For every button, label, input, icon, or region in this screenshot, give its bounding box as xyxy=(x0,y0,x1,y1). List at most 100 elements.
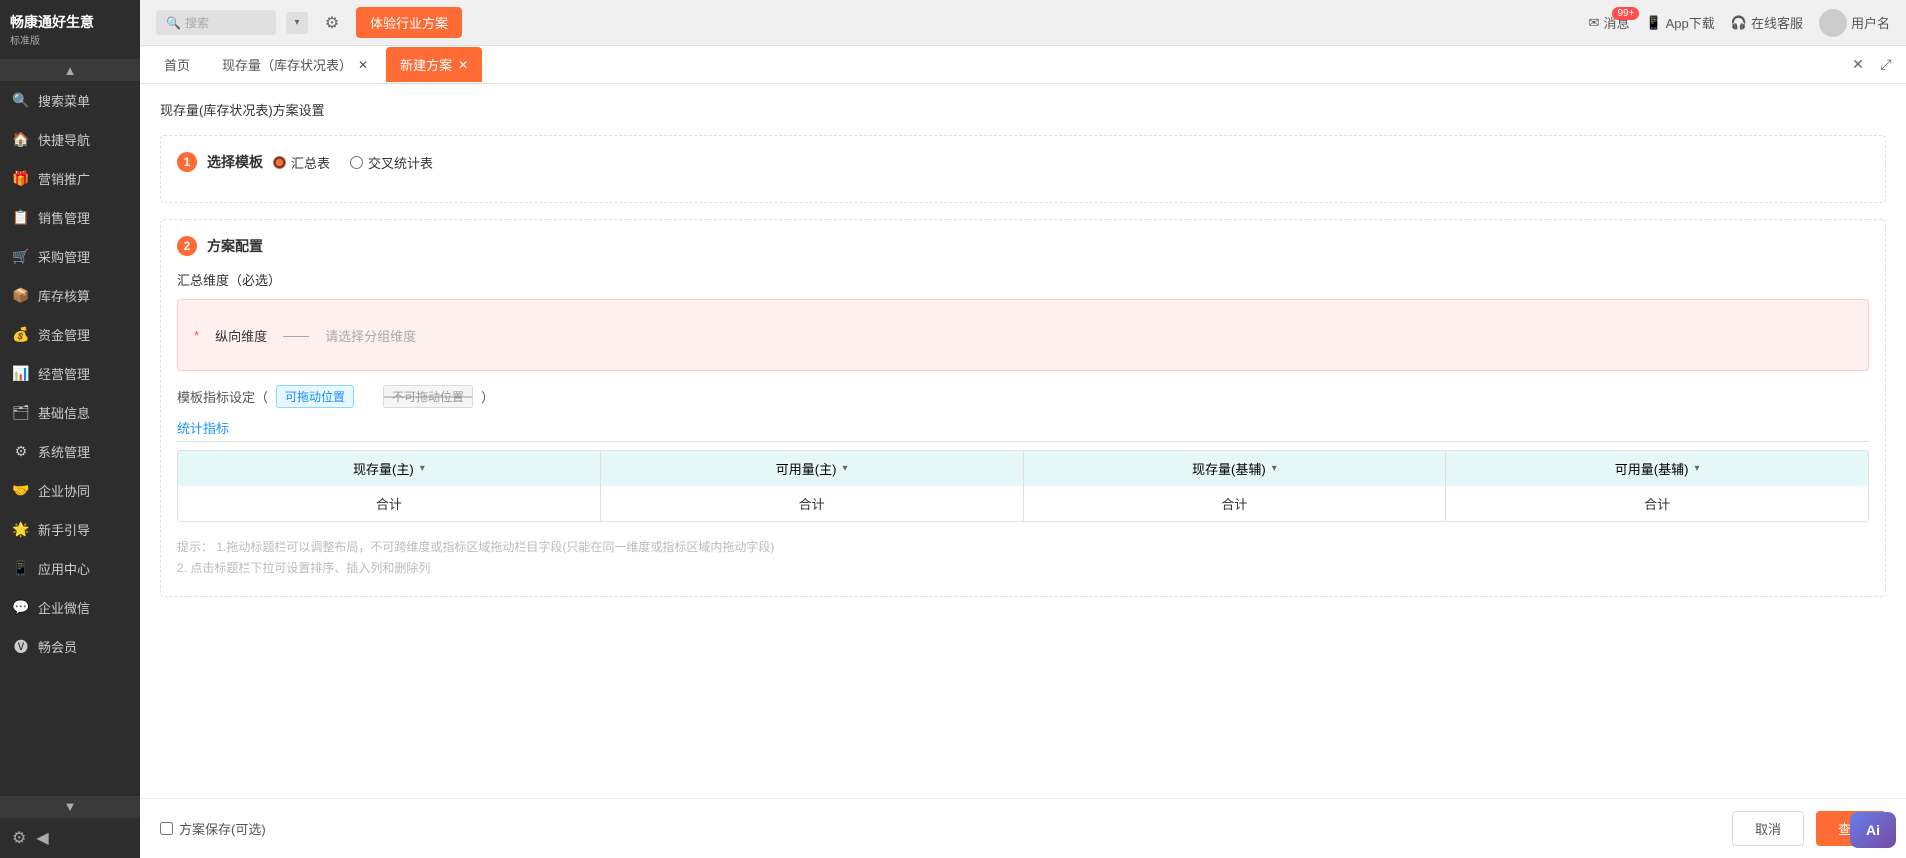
dim-placeholder: 请选择分组维度 xyxy=(325,326,416,345)
sidebar-item-label: 营销推广 xyxy=(38,169,90,188)
sidebar-item-finance[interactable]: 💰 资金管理 xyxy=(0,315,140,354)
expand-btn[interactable]: ⤢ xyxy=(1876,55,1896,75)
sidebar-scroll-down[interactable]: ▼ xyxy=(0,796,140,817)
sidebar-item-base[interactable]: 🗂 基础信息 xyxy=(0,393,140,432)
stat-cell-1: 合计 xyxy=(178,486,601,521)
topbar-left: 🔍 搜索 ▾ ⚙ 体验行业方案 xyxy=(156,7,462,38)
sidebar-item-label: 应用中心 xyxy=(38,559,90,578)
radio-cross[interactable]: 交叉统计表 xyxy=(350,153,433,172)
save-checkbox[interactable] xyxy=(160,822,173,835)
tab-home-label: 首页 xyxy=(164,55,190,74)
col-dropdown-4[interactable]: ▾ xyxy=(1694,463,1699,474)
message-icon: ✉ xyxy=(1589,15,1600,31)
tab-new-plan-close[interactable]: ✕ xyxy=(458,58,468,72)
dimension-box[interactable]: * 纵向维度 —— 请选择分组维度 xyxy=(177,299,1869,371)
stat-col-3[interactable]: 现存量(基辅) ▾ xyxy=(1024,451,1447,486)
topbar-right: ✉ 消息 99+ 📱 App下载 🎧 在线客服 用户名 xyxy=(1589,9,1890,37)
app-logo: 畅康通好生意 标准版 xyxy=(0,0,140,60)
sidebar-item-sales[interactable]: 📋 销售管理 xyxy=(0,198,140,237)
cancel-button[interactable]: 取消 xyxy=(1732,811,1804,846)
sidebar-item-label: 资金管理 xyxy=(38,325,90,344)
sidebar-item-label: 采购管理 xyxy=(38,247,90,266)
tab-inventory-close[interactable]: ✕ xyxy=(358,58,368,72)
indicator-separator xyxy=(362,387,375,406)
radio-summary-label: 汇总表 xyxy=(291,153,330,172)
indicator-settings-label: 模板指标设定（ 可拖动位置 不可拖动位置 ） xyxy=(177,385,1869,408)
sidebar-item-newbie[interactable]: 🌟 新手引导 xyxy=(0,510,140,549)
content-area: 现存量(库存状况表)方案设置 1 选择模板 汇总表 交叉统计表 xyxy=(140,84,1906,798)
trial-btn[interactable]: 体验行业方案 xyxy=(356,7,462,38)
col-dropdown-2[interactable]: ▾ xyxy=(842,463,847,474)
sidebar-item-label: 企业协同 xyxy=(38,481,90,500)
tab-inventory-label: 现存量（库存状况表） xyxy=(222,55,352,74)
radio-cross-input[interactable] xyxy=(350,156,363,169)
tab-inventory[interactable]: 现存量（库存状况表） ✕ xyxy=(208,47,382,82)
sidebar-item-membership[interactable]: 🅥 畅会员 xyxy=(0,627,140,666)
app-download-label: App下载 xyxy=(1666,13,1715,32)
stat-table-header: 现存量(主) ▾ 可用量(主) ▾ 现存量(基辅) ▾ 可用量(基辅) xyxy=(178,451,1868,486)
close-btn[interactable]: ✕ xyxy=(1848,55,1868,75)
section1-header: 1 选择模板 汇总表 交叉统计表 xyxy=(177,152,1869,172)
indicator-label-text: 模板指标设定（ xyxy=(177,387,268,406)
inventory-icon: 📦 xyxy=(12,287,30,305)
ai-float-btn[interactable]: Ai xyxy=(1850,812,1896,848)
radio-summary-input[interactable] xyxy=(273,156,286,169)
dim-dash: —— xyxy=(283,328,309,343)
stat-cell-3: 合计 xyxy=(1024,486,1447,521)
finance-icon: 💰 xyxy=(12,326,30,344)
app-name: 畅康通好生意 xyxy=(10,12,130,32)
radio-cross-label: 交叉统计表 xyxy=(368,153,433,172)
non-draggable-badge: 不可拖动位置 xyxy=(383,385,473,408)
appstore-icon: 📱 xyxy=(12,560,30,578)
col-dropdown-3[interactable]: ▾ xyxy=(1272,463,1277,474)
username: 用户名 xyxy=(1851,13,1890,32)
gift-icon: 🎁 xyxy=(12,170,30,188)
indicator-settings: 模板指标设定（ 可拖动位置 不可拖动位置 ） 统计指标 现存量(主) ▾ xyxy=(177,385,1869,522)
sidebar-item-inventory[interactable]: 📦 库存核算 xyxy=(0,276,140,315)
online-service-label: 在线客服 xyxy=(1751,13,1803,32)
collapse-icon[interactable]: ◀ xyxy=(36,828,48,848)
main-area: 🔍 搜索 ▾ ⚙ 体验行业方案 ✉ 消息 99+ 📱 App下载 🎧 在线客服 xyxy=(140,0,1906,858)
col-dropdown-1[interactable]: ▾ xyxy=(420,463,425,474)
sidebar-item-marketing[interactable]: 🎁 营销推广 xyxy=(0,159,140,198)
sidebar-item-label: 库存核算 xyxy=(38,286,90,305)
tab-home[interactable]: 首页 xyxy=(150,47,204,82)
online-service-btn[interactable]: 🎧 在线客服 xyxy=(1731,13,1803,32)
sidebar-item-label: 新手引导 xyxy=(38,520,90,539)
radio-summary[interactable]: 汇总表 xyxy=(273,153,330,172)
stat-col-2[interactable]: 可用量(主) ▾ xyxy=(601,451,1024,486)
stat-col-3-label: 现存量(基辅) xyxy=(1192,459,1266,478)
stat-col-2-label: 可用量(主) xyxy=(776,459,837,478)
sidebar-item-operations[interactable]: 📊 经营管理 xyxy=(0,354,140,393)
sidebar-item-search[interactable]: 🔍 搜索菜单 xyxy=(0,81,140,120)
tabs-bar: 首页 现存量（库存状况表） ✕ 新建方案 ✕ ✕ ⤢ xyxy=(140,46,1906,84)
sidebar-item-label: 系统管理 xyxy=(38,442,90,461)
tip-2: 2. 点击标题栏下拉可设置排序、插入列和删除列 xyxy=(177,559,1869,576)
app-download-btn[interactable]: 📱 App下载 xyxy=(1645,13,1714,32)
stat-col-4[interactable]: 可用量(基辅) ▾ xyxy=(1446,451,1868,486)
sidebar-item-label: 基础信息 xyxy=(38,403,90,422)
sales-icon: 📋 xyxy=(12,209,30,227)
app-edition: 标准版 xyxy=(10,32,130,47)
footer: 方案保存(可选) 取消 查询 xyxy=(140,798,1906,858)
operations-icon: 📊 xyxy=(12,365,30,383)
topbar-dropdown-btn[interactable]: ▾ xyxy=(286,12,308,34)
sidebar-item-appstore[interactable]: 📱 应用中心 xyxy=(0,549,140,588)
search-text: 搜索 xyxy=(185,14,209,31)
sidebar-item-shortcuts[interactable]: 🏠 快捷导航 xyxy=(0,120,140,159)
topbar-search[interactable]: 🔍 搜索 xyxy=(156,10,276,35)
sidebar-scroll-up[interactable]: ▲ xyxy=(0,60,140,81)
messages-btn[interactable]: ✉ 消息 99+ xyxy=(1589,13,1630,32)
sidebar-item-cooperation[interactable]: 🤝 企业协同 xyxy=(0,471,140,510)
sidebar-item-system[interactable]: ⚙ 系统管理 xyxy=(0,432,140,471)
tab-new-plan-label: 新建方案 xyxy=(400,55,452,74)
newbie-icon: 🌟 xyxy=(12,521,30,539)
topbar-gear-icon[interactable]: ⚙ xyxy=(318,9,346,37)
settings-icon[interactable]: ⚙ xyxy=(12,828,26,848)
avatar xyxy=(1819,9,1847,37)
tab-new-plan[interactable]: 新建方案 ✕ xyxy=(386,47,482,82)
stat-col-1[interactable]: 现存量(主) ▾ xyxy=(178,451,601,486)
user-area[interactable]: 用户名 xyxy=(1819,9,1890,37)
sidebar-item-purchase[interactable]: 🛒 采购管理 xyxy=(0,237,140,276)
sidebar-item-wechat[interactable]: 💬 企业微信 xyxy=(0,588,140,627)
